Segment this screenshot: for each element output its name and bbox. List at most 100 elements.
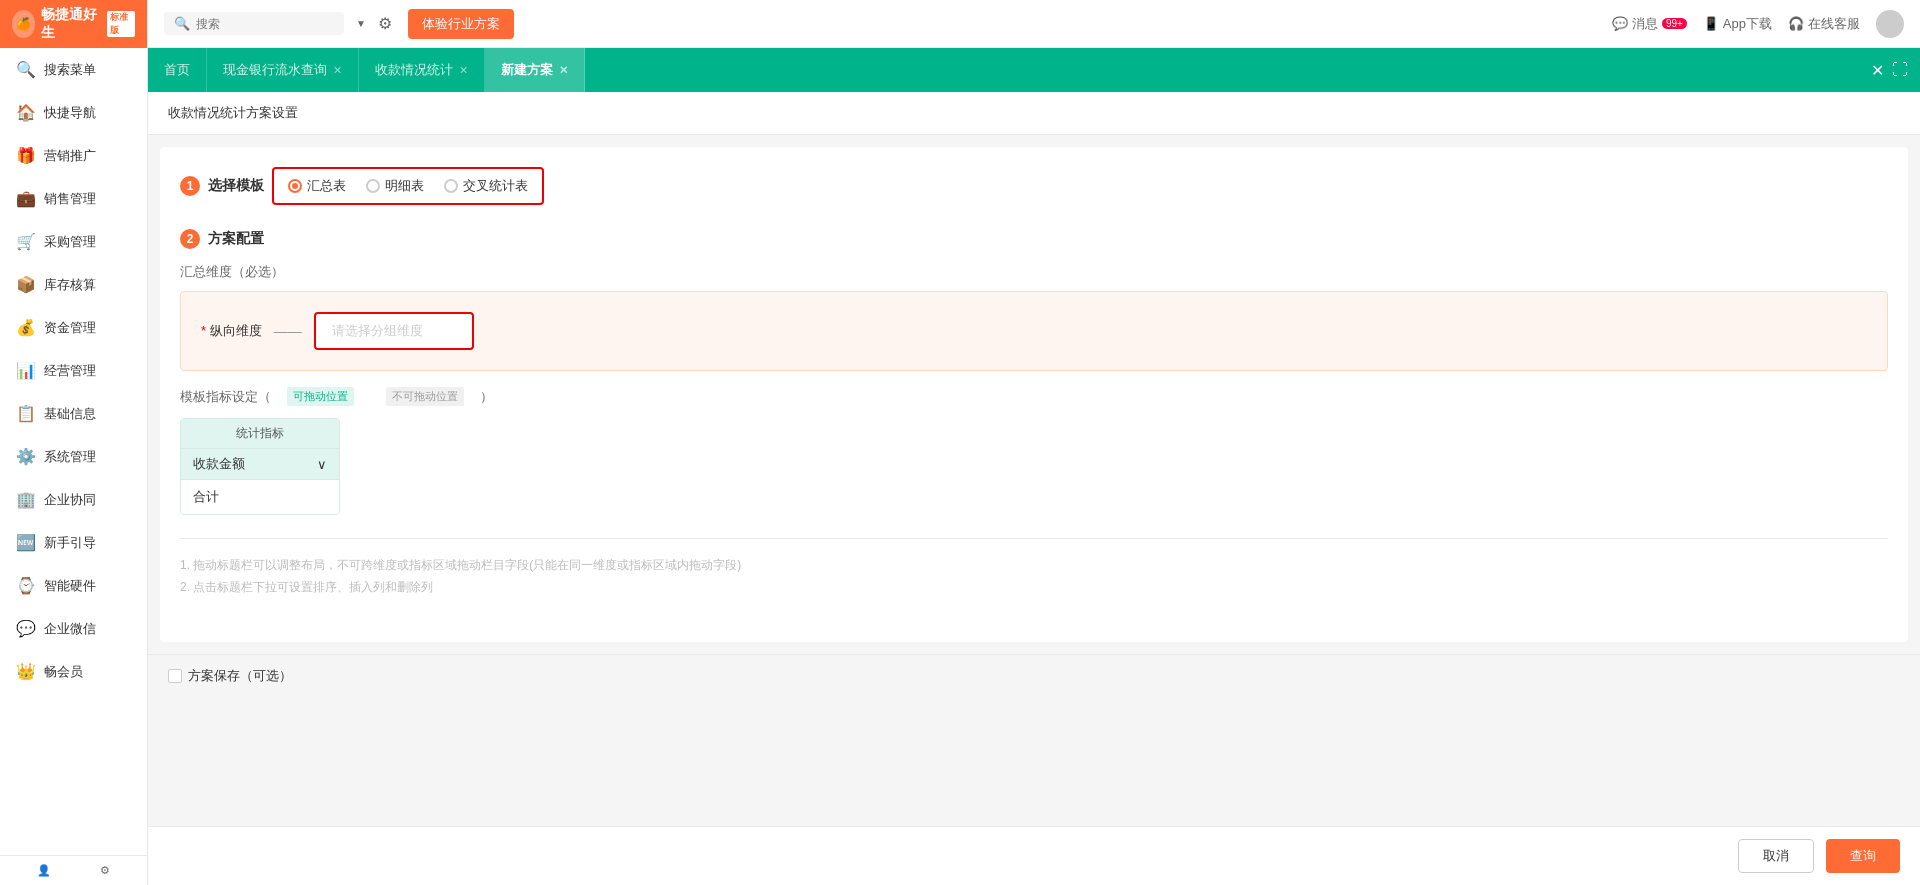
system-icon: ⚙️ bbox=[16, 447, 36, 466]
footer-actions: 取消 查询 bbox=[148, 826, 1920, 885]
quicknav-icon: 🏠 bbox=[16, 103, 36, 122]
tip-line-1: 1. 拖动标题栏可以调整布局，不可跨维度或指标区域拖动栏目字段(只能在同一维度或… bbox=[180, 555, 1888, 577]
metrics-col-header: 收款金额 ∨ bbox=[181, 449, 339, 480]
radio-detail[interactable]: 明细表 bbox=[366, 177, 424, 195]
sidebar-item-label: 畅会员 bbox=[44, 663, 83, 681]
step2-badge: 2 bbox=[180, 229, 200, 249]
sidebar-item-system[interactable]: ⚙️ 系统管理 bbox=[0, 435, 147, 478]
sidebar: 🍊 畅捷通好生 标准版 🔍 搜索菜单 🏠 快捷导航 🎁 营销推广 💼 销售管理 … bbox=[0, 0, 148, 885]
metrics-label-text: 模板指标设定（ bbox=[180, 388, 271, 406]
download-item[interactable]: 📱 App下载 bbox=[1703, 15, 1772, 33]
tip-line-2: 2. 点击标题栏下拉可设置排序、插入列和删除列 bbox=[180, 577, 1888, 599]
inventory-icon: 📦 bbox=[16, 275, 36, 294]
user-avatar[interactable] bbox=[1876, 10, 1904, 38]
topbar: 🔍 ▼ ⚙ 体验行业方案 💬 消息 99+ 📱 App下载 🎧 在线客服 bbox=[148, 0, 1920, 48]
notification-label: 消息 bbox=[1632, 15, 1658, 33]
vertical-label: * 纵向维度 bbox=[201, 322, 262, 340]
sidebar-item-search[interactable]: 🔍 搜索菜单 bbox=[0, 48, 147, 91]
page-title: 收款情况统计方案设置 bbox=[168, 105, 298, 120]
brand-name: 畅捷通好生 bbox=[41, 6, 99, 42]
sidebar-item-hardware[interactable]: ⌚ 智能硬件 bbox=[0, 564, 147, 607]
radio-label-detail: 明细表 bbox=[385, 177, 424, 195]
sidebar-item-label: 库存核算 bbox=[44, 276, 96, 294]
support-item[interactable]: 🎧 在线客服 bbox=[1788, 15, 1860, 33]
tab-close-icon[interactable]: ✕ bbox=[333, 64, 342, 77]
sidebar-item-quicknav[interactable]: 🏠 快捷导航 bbox=[0, 91, 147, 134]
sidebar-item-inventory[interactable]: 📦 库存核算 bbox=[0, 263, 147, 306]
save-option[interactable]: 方案保存（可选） bbox=[168, 667, 292, 685]
search-box[interactable]: 🔍 bbox=[164, 12, 344, 35]
step1-header: 1 选择模板 汇总表 明细表 交叉统计表 bbox=[180, 167, 1888, 205]
wechat-icon: 💬 bbox=[16, 619, 36, 638]
metrics-label-row: 模板指标设定（ 可拖动位置 不可拖动位置 ） bbox=[180, 387, 1888, 406]
sidebar-item-label: 营销推广 bbox=[44, 147, 96, 165]
close-icon[interactable]: ✕ bbox=[1871, 61, 1884, 80]
content-area: 收款情况统计方案设置 1 选择模板 汇总表 明细表 bbox=[148, 92, 1920, 826]
form-container: 1 选择模板 汇总表 明细表 交叉统计表 bbox=[160, 147, 1908, 642]
sidebar-item-member[interactable]: 👑 畅会员 bbox=[0, 650, 147, 693]
save-checkbox[interactable] bbox=[168, 669, 182, 683]
tips-section: 1. 拖动标题栏可以调整布局，不可跨维度或指标区域拖动栏目字段(只能在同一维度或… bbox=[180, 538, 1888, 598]
dimension-arrow: —— bbox=[274, 323, 302, 339]
industry-button[interactable]: 体验行业方案 bbox=[408, 9, 514, 39]
sidebar-item-enterprise[interactable]: 🏢 企业协同 bbox=[0, 478, 147, 521]
guide-icon: 🆕 bbox=[16, 533, 36, 552]
notification-item[interactable]: 💬 消息 99+ bbox=[1612, 15, 1687, 33]
step1-badge: 1 bbox=[180, 176, 200, 196]
tab-close-icon[interactable]: ✕ bbox=[559, 64, 568, 77]
sidebar-item-marketing[interactable]: 🎁 营销推广 bbox=[0, 134, 147, 177]
sidebar-item-finance[interactable]: 💰 资金管理 bbox=[0, 306, 147, 349]
gear-icon[interactable]: ⚙ bbox=[378, 14, 392, 33]
query-button[interactable]: 查询 bbox=[1826, 839, 1900, 873]
sidebar-item-purchase[interactable]: 🛒 采购管理 bbox=[0, 220, 147, 263]
page-header: 收款情况统计方案设置 bbox=[148, 92, 1920, 135]
basic-icon: 📋 bbox=[16, 404, 36, 423]
sidebar-item-basic[interactable]: 📋 基础信息 bbox=[0, 392, 147, 435]
search-icon: 🔍 bbox=[174, 16, 190, 31]
enterprise-icon: 🏢 bbox=[16, 490, 36, 509]
dimension-row: * 纵向维度 —— 请选择分组维度 bbox=[201, 312, 1867, 350]
radio-cross[interactable]: 交叉统计表 bbox=[444, 177, 528, 195]
hardware-icon: ⌚ bbox=[16, 576, 36, 595]
sidebar-item-operations[interactable]: 📊 经营管理 bbox=[0, 349, 147, 392]
sidebar-bottom: 👤 ⚙ bbox=[0, 855, 147, 885]
sidebar-item-label: 企业协同 bbox=[44, 491, 96, 509]
search-icon: 🔍 bbox=[16, 60, 36, 79]
support-icon: 🎧 bbox=[1788, 16, 1804, 31]
col-dropdown-icon[interactable]: ∨ bbox=[317, 457, 327, 472]
tab-receipts[interactable]: 收款情况统计 ✕ bbox=[359, 48, 485, 92]
step2-title: 方案配置 bbox=[208, 230, 264, 248]
search-input[interactable] bbox=[196, 17, 316, 31]
marketing-icon: 🎁 bbox=[16, 146, 36, 165]
metrics-close: ） bbox=[480, 388, 493, 406]
tab-new-plan[interactable]: 新建方案 ✕ bbox=[485, 48, 585, 92]
message-icon: 💬 bbox=[1612, 16, 1628, 31]
non-draggable-tag: 不可拖动位置 bbox=[386, 387, 464, 406]
metrics-col-row: 合计 bbox=[181, 480, 339, 514]
sidebar-item-label: 采购管理 bbox=[44, 233, 96, 251]
tab-cash-flow[interactable]: 现金银行流水查询 ✕ bbox=[207, 48, 359, 92]
sidebar-item-label: 基础信息 bbox=[44, 405, 96, 423]
chevron-down-icon[interactable]: ▼ bbox=[356, 18, 366, 29]
tabbar: 首页 现金银行流水查询 ✕ 收款情况统计 ✕ 新建方案 ✕ ✕ ⛶ bbox=[148, 48, 1920, 92]
topbar-right: 💬 消息 99+ 📱 App下载 🎧 在线客服 bbox=[1612, 10, 1904, 38]
tab-close-icon[interactable]: ✕ bbox=[459, 64, 468, 77]
dimension-select[interactable]: 请选择分组维度 bbox=[314, 312, 474, 350]
radio-summary[interactable]: 汇总表 bbox=[288, 177, 346, 195]
tab-home[interactable]: 首页 bbox=[148, 48, 207, 92]
sidebar-item-wechat[interactable]: 💬 企业微信 bbox=[0, 607, 147, 650]
sidebar-item-sales[interactable]: 💼 销售管理 bbox=[0, 177, 147, 220]
dimension-section-label: 汇总维度（必选） bbox=[180, 263, 1888, 281]
main-area: 🔍 ▼ ⚙ 体验行业方案 💬 消息 99+ 📱 App下载 🎧 在线客服 bbox=[148, 0, 1920, 885]
sidebar-item-label: 搜索菜单 bbox=[44, 61, 96, 79]
sidebar-logo: 🍊 畅捷通好生 标准版 bbox=[0, 0, 147, 48]
cancel-button[interactable]: 取消 bbox=[1738, 839, 1814, 873]
save-label: 方案保存（可选） bbox=[188, 667, 292, 685]
expand-icon[interactable]: ⛶ bbox=[1892, 61, 1908, 79]
radio-label-cross: 交叉统计表 bbox=[463, 177, 528, 195]
sidebar-bottom-settings[interactable]: ⚙ bbox=[100, 864, 110, 877]
download-icon: 📱 bbox=[1703, 16, 1719, 31]
sidebar-item-guide[interactable]: 🆕 新手引导 bbox=[0, 521, 147, 564]
sidebar-bottom-avatar[interactable]: 👤 bbox=[37, 864, 51, 877]
sidebar-item-label: 企业微信 bbox=[44, 620, 96, 638]
